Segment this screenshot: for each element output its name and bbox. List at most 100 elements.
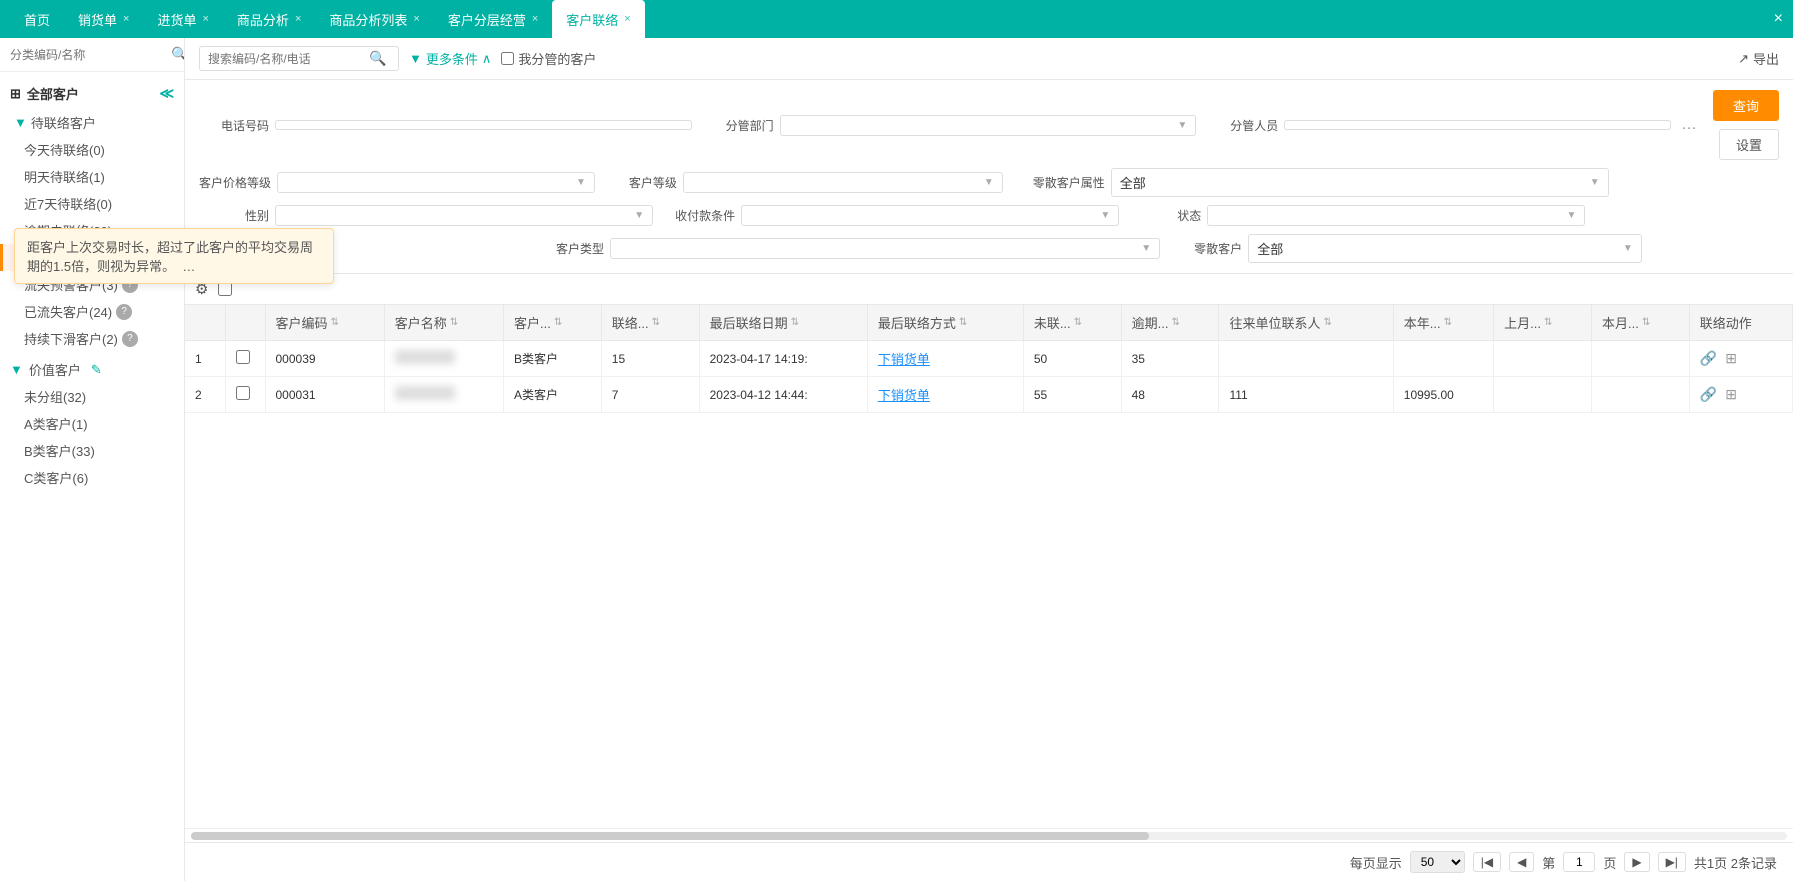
row2-checkbox[interactable] (225, 377, 265, 413)
tab-product-list-close[interactable]: × (413, 13, 419, 25)
sidebar-tomorrow-pending[interactable]: 明天待联络(1) (0, 163, 184, 190)
sidebar-already-lost[interactable]: 已流失客户(24) ? (0, 298, 184, 325)
sort-code[interactable]: 客户编码 ⇅ (276, 313, 374, 332)
sidebar-value-customers-header[interactable]: ▼ 价值客户 ✎ (0, 356, 184, 383)
sort-name[interactable]: 客户名称 ⇅ (395, 313, 493, 332)
search-input[interactable] (208, 52, 363, 66)
row2-method-link[interactable]: 下销货单 (878, 388, 930, 403)
row1-check[interactable] (236, 350, 250, 364)
table-area[interactable]: 客户编码 ⇅ 客户名称 ⇅ 客户... (185, 305, 1793, 828)
settings-button[interactable]: 设置 (1719, 129, 1779, 160)
my-customers-checkbox[interactable] (501, 52, 514, 65)
sort-uncontacted[interactable]: 未联... ⇅ (1034, 313, 1111, 332)
sort-this-year[interactable]: 本年... ⇅ (1404, 313, 1483, 332)
scroll-thumb[interactable] (191, 832, 1149, 840)
sidebar-declining[interactable]: 持续下滑客户(2) ? (0, 325, 184, 352)
row1-last-date: 2023-04-17 14:19: (699, 341, 867, 377)
sidebar-search-icon[interactable]: 🔍 (171, 46, 185, 63)
retail-customer-select[interactable]: 全部 ▼ (1248, 234, 1642, 263)
select-all-checkbox[interactable] (218, 282, 232, 296)
row1-last-method[interactable]: 下销货单 (867, 341, 1023, 377)
row2-name (384, 377, 503, 413)
sort-last-month[interactable]: 上月... ⇅ (1504, 313, 1581, 332)
tab-sales-close[interactable]: × (123, 13, 129, 25)
customer-grade-select[interactable]: ▼ (683, 172, 1003, 193)
horizontal-scrollbar[interactable] (185, 828, 1793, 842)
all-customers-label: 全部客户 (27, 84, 79, 103)
status-select[interactable]: ▼ (1207, 205, 1585, 226)
row1-checkbox[interactable] (225, 341, 265, 377)
dept-select[interactable]: ▼ (780, 115, 1197, 136)
sidebar-b-class[interactable]: B类客户(33) (0, 437, 184, 464)
tab-purchase[interactable]: 进货单 × (143, 0, 222, 38)
price-grade-select[interactable]: ▼ (277, 172, 595, 193)
sort-contact-person[interactable]: 往来单位联系人 ⇅ (1229, 313, 1382, 332)
sort-type[interactable]: 客户... ⇅ (514, 313, 591, 332)
sort-contact[interactable]: 联络... ⇅ (612, 313, 689, 332)
sort-overdue[interactable]: 逾期... ⇅ (1132, 313, 1209, 332)
export-button[interactable]: ↗ 导出 (1738, 49, 1779, 68)
query-button[interactable]: 查询 (1713, 90, 1779, 121)
row2-last-date: 2023-04-12 14:44: (699, 377, 867, 413)
row1-grid-icon[interactable]: ⊞ (1725, 350, 1737, 367)
next-page-button[interactable]: ▶ (1624, 852, 1649, 872)
sidebar-week-pending[interactable]: 近7天待联络(0) (0, 190, 184, 217)
edit-icon[interactable]: ✎ (91, 362, 102, 378)
declining-info-icon[interactable]: ? (122, 331, 138, 347)
per-page-select[interactable]: 50 100 200 (1410, 851, 1465, 873)
status-label: 状态 (1131, 207, 1201, 224)
collapse-icon[interactable]: ≪ (159, 85, 174, 102)
tab-customer-contact[interactable]: 客户联络 × (552, 0, 644, 38)
sort-last-date[interactable]: 最后联络日期 ⇅ (710, 313, 857, 332)
table-row: 1 000039 B类客户 15 2023-04-17 14:19: 下销货单 … (185, 341, 1793, 377)
sidebar-ungroup[interactable]: 未分组(32) (0, 383, 184, 410)
sidebar-c-class[interactable]: C类客户(6) (0, 464, 184, 491)
sort-last-method[interactable]: 最后联络方式 ⇅ (878, 313, 1013, 332)
manager-dots[interactable]: … (1677, 116, 1701, 134)
my-customers-checkbox-area[interactable]: 我分管的客户 (501, 49, 596, 68)
scroll-track[interactable] (191, 832, 1787, 840)
grid-icon: ⊞ (10, 86, 21, 102)
search-icon[interactable]: 🔍 (369, 50, 386, 67)
tab-purchase-close[interactable]: × (202, 13, 208, 25)
tab-product-analysis[interactable]: 商品分析 × (223, 0, 315, 38)
retail-attr-select[interactable]: 全部 ▼ (1111, 168, 1609, 197)
payment-select[interactable]: ▼ (741, 205, 1119, 226)
tab-product-list[interactable]: 商品分析列表 × (315, 0, 433, 38)
row2-last-method[interactable]: 下销货单 (867, 377, 1023, 413)
row1-method-link[interactable]: 下销货单 (878, 352, 930, 367)
tab-product-analysis-close[interactable]: × (295, 13, 301, 25)
sort-this-month[interactable]: 本月... ⇅ (1602, 313, 1679, 332)
tab-sales[interactable]: 销货单 × (64, 0, 143, 38)
tab-customer-contact-close[interactable]: × (624, 13, 630, 25)
last-page-button[interactable]: ▶| (1658, 852, 1686, 872)
row2-grid-icon[interactable]: ⊞ (1725, 386, 1737, 403)
sidebar-pending-contact[interactable]: ▼ 待联络客户 (0, 109, 184, 136)
sidebar-all-customers[interactable]: ⊞ 全部客户 ≪ (0, 78, 184, 109)
tooltip-dots[interactable]: … (182, 259, 195, 274)
row1-link-icon[interactable]: 🔗 (1700, 350, 1717, 367)
page-input[interactable] (1563, 852, 1595, 872)
sidebar-today-pending[interactable]: 今天待联络(0) (0, 136, 184, 163)
window-close-button[interactable]: × (1774, 10, 1783, 28)
already-lost-info-icon[interactable]: ? (116, 304, 132, 320)
retail-customer-field: 零散客户 全部 ▼ (1172, 234, 1642, 263)
tab-customer-layer-close[interactable]: × (532, 13, 538, 25)
gender-select[interactable]: ▼ (275, 205, 653, 226)
pagination-bar: 每页显示 50 100 200 |◀ ◀ 第 页 ▶ ▶| 共1页 2条记录 (185, 842, 1793, 881)
row1-overdue: 35 (1121, 341, 1219, 377)
sidebar-a-class[interactable]: A类客户(1) (0, 410, 184, 437)
manager-input[interactable] (1284, 120, 1671, 130)
row2-link-icon[interactable]: 🔗 (1700, 386, 1717, 403)
customer-type-select[interactable]: ▼ (610, 238, 1160, 259)
row2-check[interactable] (236, 386, 250, 400)
sidebar-search-input[interactable] (10, 48, 165, 62)
tab-home[interactable]: 首页 (10, 0, 64, 38)
tab-customer-layer[interactable]: 客户分层经营 × (434, 0, 552, 38)
sort-icon-overdue: ⇅ (1171, 317, 1179, 328)
phone-input[interactable] (275, 120, 692, 130)
more-conditions-button[interactable]: ▼ 更多条件 ∧ (409, 49, 491, 68)
first-page-button[interactable]: |◀ (1473, 852, 1501, 872)
tab-customer-layer-label: 客户分层经营 (448, 10, 526, 29)
prev-page-button[interactable]: ◀ (1509, 852, 1534, 872)
